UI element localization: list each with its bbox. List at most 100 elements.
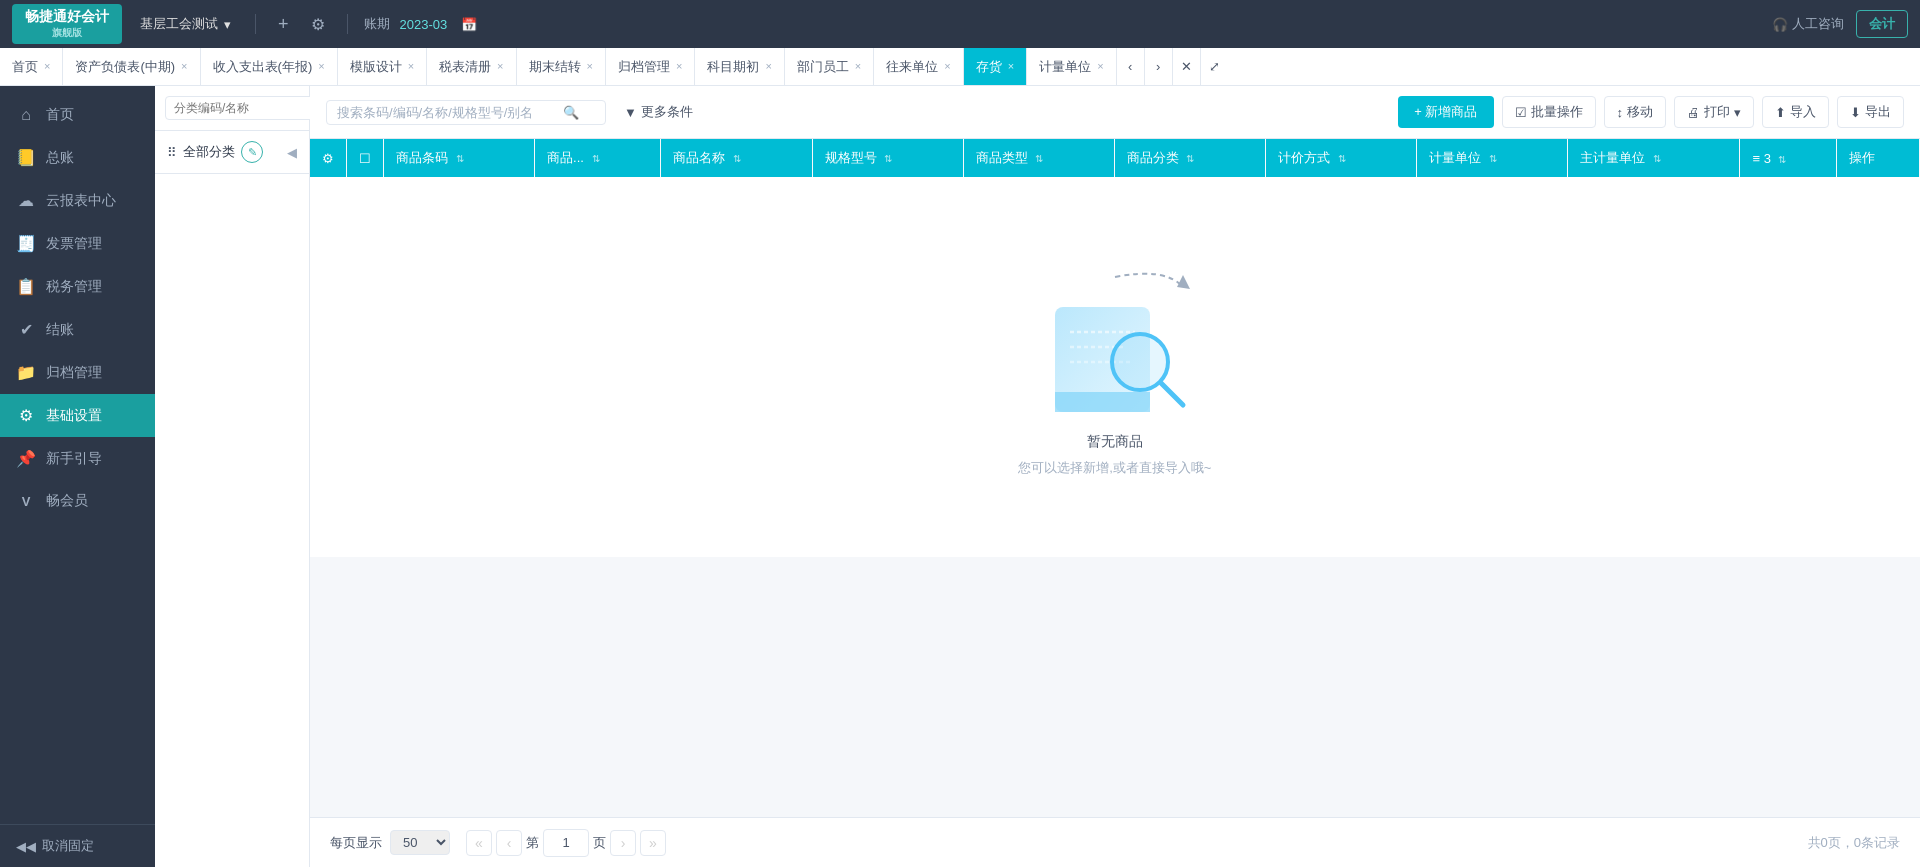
company-selector[interactable]: 基层工会测试 ▾	[132, 11, 239, 37]
sidebar-item-checkout[interactable]: ✔ 结账	[0, 308, 155, 351]
batch-label: 批量操作	[1531, 103, 1583, 121]
tab-close-all-button[interactable]: ✕	[1173, 48, 1201, 85]
account-button[interactable]: 会计	[1856, 10, 1908, 38]
tab-close-contacts[interactable]: ×	[944, 61, 950, 72]
tab-close-income[interactable]: ×	[318, 61, 324, 72]
tab-close-period[interactable]: ×	[587, 61, 593, 72]
sidebar-label: 发票管理	[46, 235, 102, 253]
page-prev-button[interactable]: ‹	[496, 830, 522, 856]
tab-label: 部门员工	[797, 58, 849, 76]
sidebar-item-tax[interactable]: 📋 税务管理	[0, 265, 155, 308]
page-next-button[interactable]: ›	[610, 830, 636, 856]
tab-close-inventory[interactable]: ×	[1008, 61, 1014, 72]
tab-tax[interactable]: 税表清册 ×	[427, 48, 516, 85]
search-input[interactable]	[337, 105, 557, 120]
tab-close-tax[interactable]: ×	[497, 61, 503, 72]
tab-close-home[interactable]: ×	[44, 61, 50, 72]
page-last-button[interactable]: »	[640, 830, 666, 856]
th-barcode[interactable]: 商品条码 ⇅	[384, 139, 535, 177]
sidebar-item-archive[interactable]: 📁 归档管理	[0, 351, 155, 394]
move-button[interactable]: ↕ 移动	[1604, 96, 1667, 128]
tab-close-subject[interactable]: ×	[765, 61, 771, 72]
sidebar-item-guide[interactable]: 📌 新手引导	[0, 437, 155, 480]
batch-operate-button[interactable]: ☑ 批量操作	[1502, 96, 1596, 128]
per-page-select[interactable]: 50 10 20 100	[390, 830, 450, 855]
th-price-mode[interactable]: 计价方式 ⇅	[1265, 139, 1416, 177]
consulting-button[interactable]: 🎧 人工咨询	[1772, 15, 1844, 33]
member-icon: V	[16, 494, 36, 509]
add-tab-button[interactable]: +	[272, 12, 295, 37]
page-number-input[interactable]	[543, 829, 589, 857]
cancel-pin-button[interactable]: ◀◀ 取消固定	[0, 824, 155, 867]
th-code[interactable]: 商品... ⇅	[535, 139, 661, 177]
tab-label: 存货	[976, 58, 1002, 76]
th-checkbox[interactable]: ☐	[347, 139, 384, 177]
settings-icon[interactable]: ⚙	[305, 13, 331, 36]
th-gear[interactable]: ⚙	[310, 139, 347, 177]
tab-subject[interactable]: 科目期初 ×	[695, 48, 784, 85]
cancel-pin-label: 取消固定	[42, 837, 94, 855]
sidebar-item-home[interactable]: ⌂ 首页	[0, 94, 155, 136]
import-button[interactable]: ⬆ 导入	[1762, 96, 1829, 128]
tab-label: 模版设计	[350, 58, 402, 76]
sidebar-label: 云报表中心	[46, 192, 116, 210]
tab-balance-sheet[interactable]: 资产负债表(中期) ×	[63, 48, 200, 85]
export-button[interactable]: ⬇ 导出	[1837, 96, 1904, 128]
sidebar: ⌂ 首页 📒 总账 ☁ 云报表中心 🧾 发票管理 📋 税务管理 ✔ 结账	[0, 86, 155, 867]
tab-close-dept[interactable]: ×	[855, 61, 861, 72]
print-label: 打印	[1704, 103, 1730, 121]
sidebar-item-reports[interactable]: ☁ 云报表中心	[0, 179, 155, 222]
th-type[interactable]: 商品类型 ⇅	[963, 139, 1114, 177]
tab-next-button[interactable]: ›	[1145, 48, 1173, 85]
add-label: + 新增商品	[1414, 103, 1477, 121]
th-extra[interactable]: ≡ 3 ⇅	[1740, 139, 1836, 177]
tab-period-end[interactable]: 期末结转 ×	[517, 48, 606, 85]
tab-close-template[interactable]: ×	[408, 61, 414, 72]
tab-home[interactable]: 首页 ×	[0, 48, 63, 85]
tab-dept[interactable]: 部门员工 ×	[785, 48, 874, 85]
tab-label: 期末结转	[529, 58, 581, 76]
calendar-icon[interactable]: 📅	[461, 17, 477, 32]
tab-unit[interactable]: 计量单位 ×	[1027, 48, 1116, 85]
tab-expand-button[interactable]: ⤢	[1201, 48, 1229, 85]
sidebar-item-member[interactable]: V 畅会员	[0, 480, 155, 522]
sidebar-item-ledger[interactable]: 📒 总账	[0, 136, 155, 179]
th-main-unit[interactable]: 主计量单位 ⇅	[1568, 139, 1740, 177]
sidebar-item-invoice[interactable]: 🧾 发票管理	[0, 222, 155, 265]
th-action: 操作	[1836, 139, 1919, 177]
tab-inventory[interactable]: 存货 ×	[964, 48, 1027, 85]
th-name[interactable]: 商品名称 ⇅	[661, 139, 812, 177]
tab-template[interactable]: 模版设计 ×	[338, 48, 427, 85]
th-unit[interactable]: 计量单位 ⇅	[1417, 139, 1568, 177]
period-label: 账期	[364, 15, 390, 33]
tab-close-balance[interactable]: ×	[181, 61, 187, 72]
empty-graphic	[1035, 257, 1195, 417]
category-header: ⠿ 全部分类 ✎ ◀	[155, 131, 309, 174]
tabs-bar: 首页 × 资产负债表(中期) × 收入支出表(年报) × 模版设计 × 税表清册…	[0, 48, 1920, 86]
category-dots-icon[interactable]: ⠿	[167, 145, 177, 160]
tab-close-unit[interactable]: ×	[1097, 61, 1103, 72]
page-first-button[interactable]: «	[466, 830, 492, 856]
category-edit-button[interactable]: ✎	[241, 141, 263, 163]
tab-prev-button[interactable]: ‹	[1117, 48, 1145, 85]
filter-button[interactable]: ▼ 更多条件	[616, 99, 701, 125]
dropdown-icon: ▾	[224, 17, 231, 32]
category-search-input[interactable]	[165, 96, 333, 120]
tab-contacts[interactable]: 往来单位 ×	[874, 48, 963, 85]
filter-icon: ▼	[624, 105, 637, 120]
all-categories-label[interactable]: 全部分类	[183, 143, 235, 161]
print-icon: 🖨	[1687, 105, 1700, 120]
category-collapse-button[interactable]: ◀	[287, 145, 297, 160]
tab-income-sheet[interactable]: 收入支出表(年报) ×	[201, 48, 338, 85]
tab-close-archive[interactable]: ×	[676, 61, 682, 72]
search-icon[interactable]: 🔍	[563, 105, 579, 120]
sidebar-item-settings[interactable]: ⚙ 基础设置	[0, 394, 155, 437]
tab-archive[interactable]: 归档管理 ×	[606, 48, 695, 85]
add-product-button[interactable]: + 新增商品	[1398, 96, 1493, 128]
th-category[interactable]: 商品分类 ⇅	[1114, 139, 1265, 177]
print-button[interactable]: 🖨 打印 ▾	[1674, 96, 1754, 128]
period-value[interactable]: 2023-03	[400, 17, 448, 32]
th-spec[interactable]: 规格型号 ⇅	[812, 139, 963, 177]
import-icon: ⬆	[1775, 105, 1786, 120]
empty-desc: 您可以选择新增,或者直接导入哦~	[1018, 459, 1211, 477]
